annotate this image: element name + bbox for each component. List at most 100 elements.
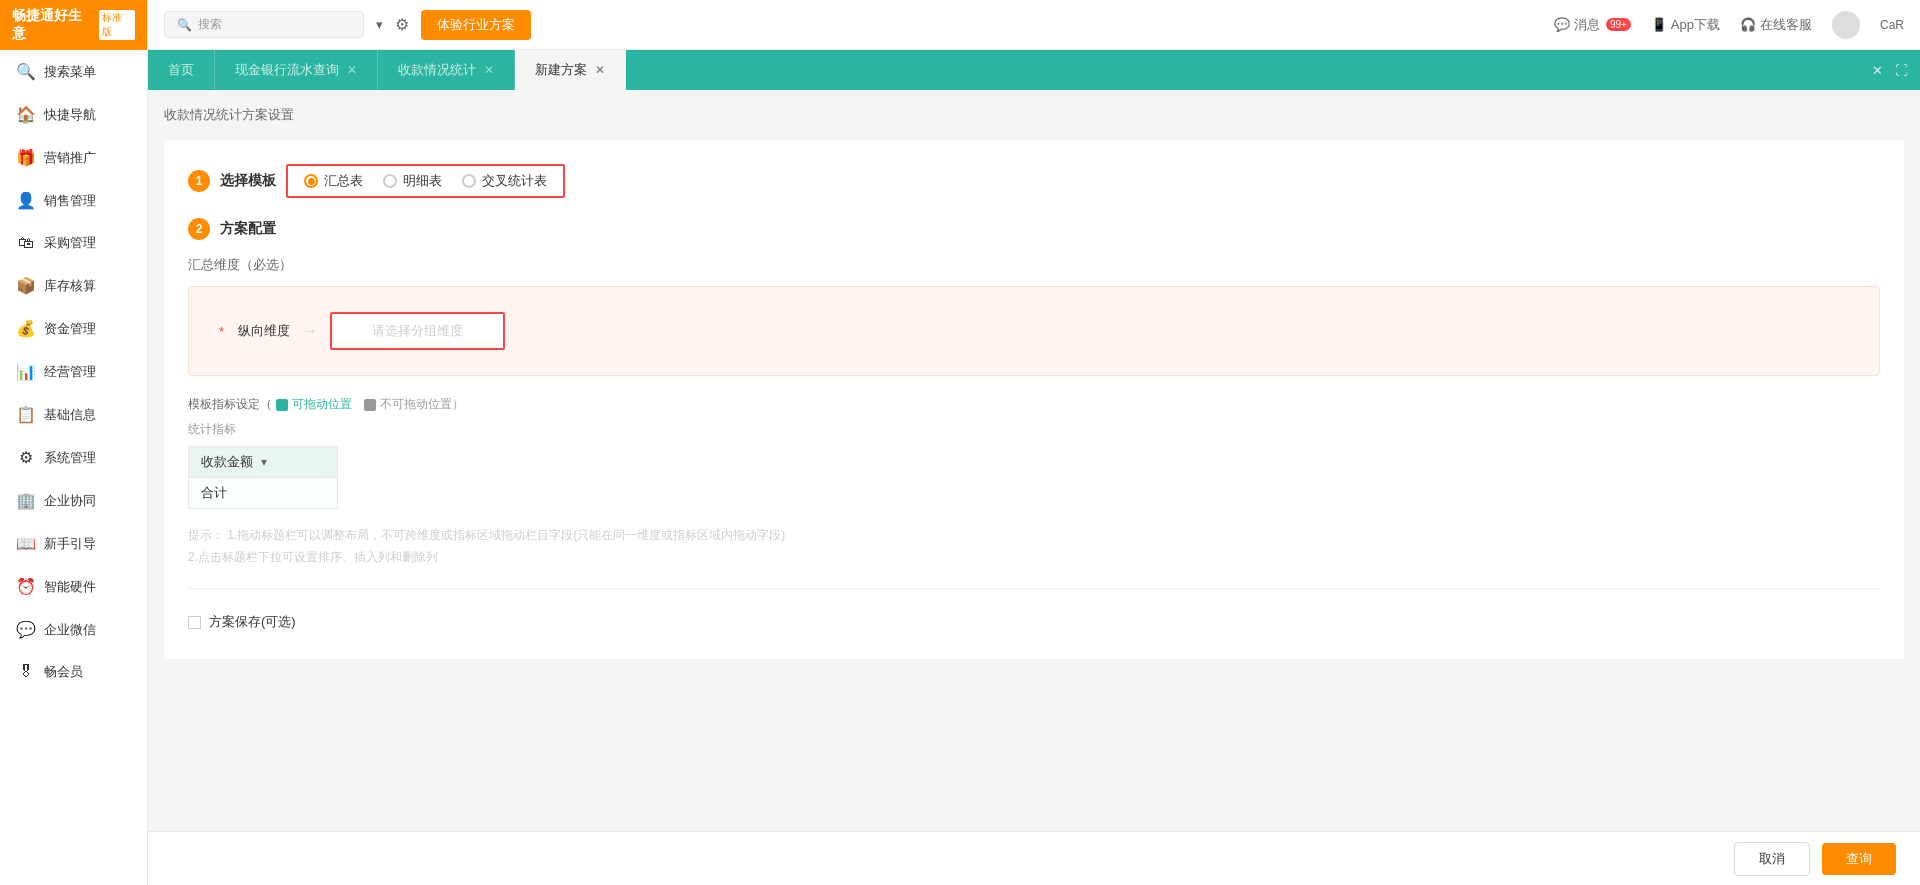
sidebar-item-marketing[interactable]: 🎁 营销推广: [0, 136, 147, 179]
building-icon: 🏢: [16, 491, 36, 510]
search-icon: 🔍: [177, 18, 192, 32]
template-option-cross[interactable]: 交叉统计表: [462, 172, 547, 190]
main-area: 🔍 搜索 ▾ ⚙ 体验行业方案 💬 消息 99+ 📱 App下载 🎧 在线客服 …: [148, 0, 1920, 885]
tab-cashflow-close-icon[interactable]: ✕: [347, 63, 357, 77]
app-download-button[interactable]: 📱 App下载: [1651, 16, 1720, 34]
step2-header: 2 方案配置: [188, 218, 1880, 240]
template-option-summary[interactable]: 汇总表: [304, 172, 363, 190]
chat-icon: 💬: [16, 620, 36, 639]
topbar-right: 💬 消息 99+ 📱 App下载 🎧 在线客服 CaR: [1554, 11, 1904, 39]
sidebar-item-nav[interactable]: 🏠 快捷导航: [0, 93, 147, 136]
step2-title: 方案配置: [220, 220, 276, 238]
dim-row: * 纵向维度 → 请选择分组维度: [219, 312, 505, 350]
user-icon: 👤: [16, 191, 36, 210]
message-button[interactable]: 💬 消息 99+: [1554, 16, 1631, 34]
main-card: 1 选择模板 汇总表 明细表 交叉统计表: [164, 140, 1904, 659]
sidebar-item-basicinfo[interactable]: 📋 基础信息: [0, 393, 147, 436]
sidebar-logo: 畅捷通好生意 标准版: [0, 0, 147, 50]
sidebar-item-label: 畅会员: [44, 663, 83, 681]
topbar-dropdown[interactable]: ▾: [376, 17, 383, 32]
content-area: 收款情况统计方案设置 1 选择模板 汇总表 明细表: [148, 90, 1920, 831]
save-section: 方案保存(可选): [188, 609, 1880, 635]
search-bar[interactable]: 🔍 搜索: [164, 11, 364, 38]
chart-icon: 📊: [16, 362, 36, 381]
sidebar-item-label: 营销推广: [44, 149, 96, 167]
sidebar-item-label: 智能硬件: [44, 578, 96, 596]
sidebar-item-guide[interactable]: 📖 新手引导: [0, 522, 147, 565]
template-option-detail[interactable]: 明细表: [383, 172, 442, 190]
hint-line-1: 提示： 1.拖动标题栏可以调整布局，不可跨维度或指标区域拖动栏目字段(只能在同一…: [188, 525, 1880, 547]
tab-collection-label: 收款情况统计: [398, 61, 476, 79]
tab-collection-close-icon[interactable]: ✕: [484, 63, 494, 77]
template-selection-box: 汇总表 明细表 交叉统计表: [286, 164, 565, 198]
sidebar-item-label: 企业协同: [44, 492, 96, 510]
non-draggable-label: 不可拖动位置）: [380, 396, 464, 413]
sidebar-item-search[interactable]: 🔍 搜索菜单: [0, 50, 147, 93]
save-checkbox[interactable]: [188, 616, 201, 629]
industry-solution-button[interactable]: 体验行业方案: [421, 10, 531, 40]
sidebar-item-label: 企业微信: [44, 621, 96, 639]
list-icon: 📋: [16, 405, 36, 424]
tab-home[interactable]: 首页: [148, 50, 215, 90]
box-icon: 📦: [16, 276, 36, 295]
sidebar-item-wechat[interactable]: 💬 企业微信: [0, 608, 147, 651]
headset-icon: 🎧: [1740, 17, 1756, 32]
logo-text: 畅捷通好生意: [12, 7, 95, 43]
sidebar-item-sales[interactable]: 👤 销售管理: [0, 179, 147, 222]
cancel-button[interactable]: 取消: [1734, 842, 1810, 876]
phone-icon: 📱: [1651, 17, 1667, 32]
sidebar-item-hardware[interactable]: ⏰ 智能硬件: [0, 565, 147, 608]
user-name: CaR: [1880, 18, 1904, 32]
radio-detail-circle: [383, 174, 397, 188]
search-placeholder: 搜索: [198, 16, 222, 33]
radio-summary-circle: [304, 174, 318, 188]
sidebar-item-member[interactable]: 🎖 畅会员: [0, 651, 147, 693]
dim-select-placeholder: 请选择分组维度: [372, 322, 463, 340]
bottom-bar: 取消 查询: [148, 831, 1920, 885]
dim-select-dropdown[interactable]: 请选择分组维度: [330, 312, 505, 350]
message-label: 消息: [1574, 16, 1600, 34]
sidebar-item-purchase[interactable]: 🛍 采购管理: [0, 222, 147, 264]
template-summary-label: 汇总表: [324, 172, 363, 190]
dim-arrow-icon: →: [302, 322, 318, 340]
sidebar-item-corp[interactable]: 🏢 企业协同: [0, 479, 147, 522]
tab-new-plan[interactable]: 新建方案 ✕: [515, 50, 626, 90]
window-maximize-icon[interactable]: ⛶: [1895, 63, 1908, 78]
app-label: App下载: [1671, 16, 1720, 34]
sidebar-item-finance[interactable]: 💰 资金管理: [0, 307, 147, 350]
dim-row-label: 纵向维度: [238, 322, 290, 340]
sidebar-item-management[interactable]: 📊 经营管理: [0, 350, 147, 393]
search-icon: 🔍: [16, 62, 36, 81]
sidebar-item-label: 采购管理: [44, 234, 96, 252]
message-icon: 💬: [1554, 17, 1570, 32]
settings-icon[interactable]: ⚙: [395, 15, 409, 34]
stats-label: 统计指标: [188, 421, 1880, 438]
avatar: [1832, 11, 1860, 39]
sidebar-item-label: 经营管理: [44, 363, 96, 381]
metrics-section: 模板指标设定（ 可拖动位置 不可拖动位置） 统计指标 收款金: [188, 396, 1880, 509]
window-close-icon[interactable]: ✕: [1872, 63, 1883, 78]
step1-title: 选择模板: [220, 172, 276, 190]
gear-icon: ⚙: [16, 448, 36, 467]
sidebar-item-label: 资金管理: [44, 320, 96, 338]
sidebar-item-system[interactable]: ⚙ 系统管理: [0, 436, 147, 479]
page-title: 收款情况统计方案设置: [164, 106, 1904, 124]
tab-collection[interactable]: 收款情况统计 ✕: [378, 50, 515, 90]
sidebar-item-label: 基础信息: [44, 406, 96, 424]
money-icon: 💰: [16, 319, 36, 338]
radio-cross-circle: [462, 174, 476, 188]
logo-badge: 标准版: [99, 10, 135, 40]
metrics-header-dropdown-icon[interactable]: ▾: [261, 455, 267, 469]
online-service-button[interactable]: 🎧 在线客服: [1740, 16, 1812, 34]
tab-new-plan-close-icon[interactable]: ✕: [595, 63, 605, 77]
sidebar-item-inventory[interactable]: 📦 库存核算: [0, 264, 147, 307]
query-button[interactable]: 查询: [1822, 843, 1896, 875]
home-icon: 🏠: [16, 105, 36, 124]
clock-icon: ⏰: [16, 577, 36, 596]
gift-icon: 🎁: [16, 148, 36, 167]
sidebar: 畅捷通好生意 标准版 🔍 搜索菜单 🏠 快捷导航 🎁 营销推广 👤 销售管理 🛍…: [0, 0, 148, 885]
tab-cashflow[interactable]: 现金银行流水查询 ✕: [215, 50, 378, 90]
tab-new-plan-label: 新建方案: [535, 61, 587, 79]
sidebar-item-label: 新手引导: [44, 535, 96, 553]
sidebar-item-label: 快捷导航: [44, 106, 96, 124]
